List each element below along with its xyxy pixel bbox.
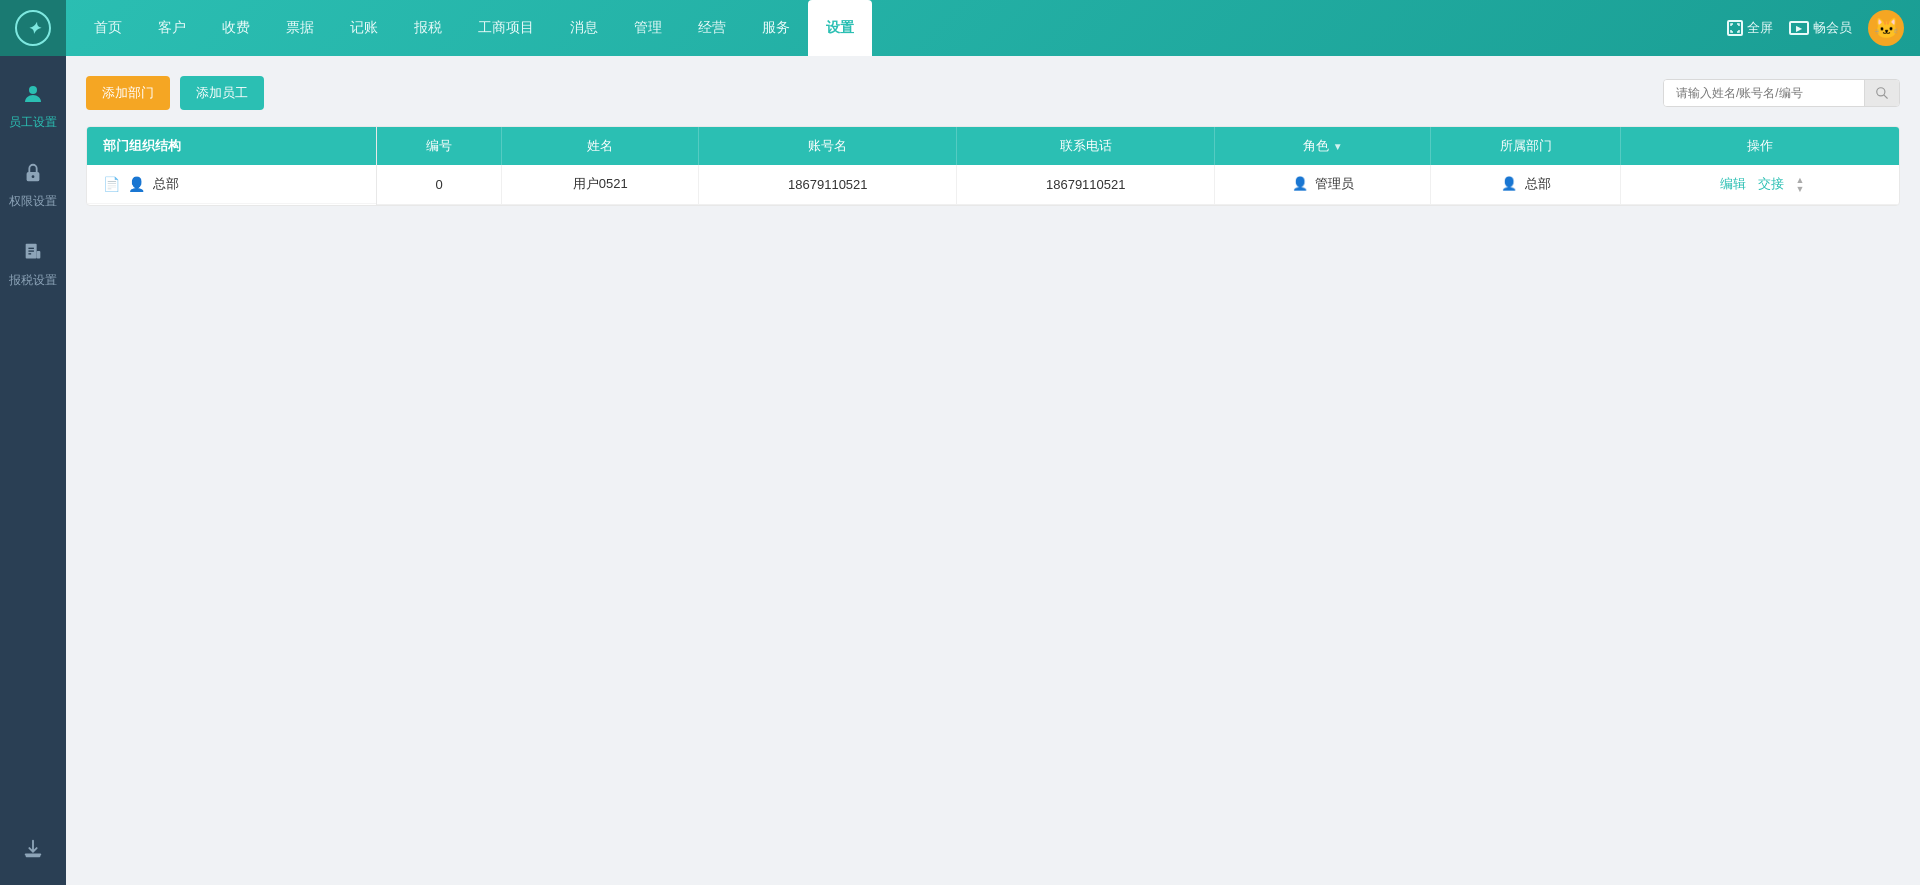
cell-account: 18679110521	[699, 165, 957, 204]
employee-table: 编号 姓名 账号名 联系电话 角色 ▼ 所属部门 操作	[377, 127, 1899, 205]
role-person-icon: 👤	[1292, 176, 1308, 191]
dept-tree-item-0[interactable]: 📄 👤 总部	[87, 165, 376, 204]
fullscreen-button[interactable]: 全屏	[1727, 19, 1773, 37]
add-dept-button[interactable]: 添加部门	[86, 76, 170, 110]
dept-person-icon-row: 👤	[1501, 176, 1517, 191]
search-input[interactable]	[1664, 80, 1864, 106]
sidebar-tax-label: 报税设置	[9, 272, 57, 289]
cell-dept: 👤 总部	[1431, 165, 1621, 204]
fullscreen-icon	[1727, 20, 1743, 36]
search-button[interactable]	[1864, 80, 1899, 106]
nav-item-bookkeeping[interactable]: 记账	[332, 0, 396, 56]
scroll-down-arrow[interactable]: ▼	[1795, 185, 1804, 194]
table-area: 编号 姓名 账号名 联系电话 角色 ▼ 所属部门 操作	[377, 127, 1899, 205]
add-employee-button[interactable]: 添加员工	[180, 76, 264, 110]
nav-items: 首页 客户 收费 票据 记账 报税 工商项目 消息 管理 经营 服务 设置	[66, 0, 1727, 56]
dept-tree: 部门组织结构 📄 👤 总部	[87, 127, 377, 205]
person-icon	[19, 80, 47, 108]
nav-item-customer[interactable]: 客户	[140, 0, 204, 56]
cell-phone: 18679110521	[957, 165, 1215, 204]
scroll-col: ▲ ▼	[1795, 176, 1804, 194]
sidebar-item-permission-settings[interactable]: 权限设置	[0, 145, 66, 224]
sidebar-permission-label: 权限设置	[9, 193, 57, 210]
sidebar-item-tax-settings[interactable]: 报税设置	[0, 224, 66, 303]
fullscreen-label: 全屏	[1747, 19, 1773, 37]
logo-icon: ✦	[15, 10, 51, 46]
cell-actions: 编辑 交接 ▲ ▼	[1621, 165, 1899, 204]
dept-tree-header: 部门组织结构	[87, 127, 376, 165]
th-account: 账号名	[699, 127, 957, 165]
th-dept: 所属部门	[1431, 127, 1621, 165]
table-row: 0 用户0521 18679110521 18679110521 👤 管理员 👤…	[377, 165, 1899, 204]
vip-label: 畅会员	[1813, 19, 1852, 37]
main-content: 添加部门 添加员工 部门组织结构 📄 👤 总部	[66, 56, 1920, 885]
th-name: 姓名	[502, 127, 699, 165]
sidebar-bottom-item[interactable]	[0, 823, 66, 875]
nav-item-tax[interactable]: 报税	[396, 0, 460, 56]
lock-icon	[19, 159, 47, 187]
role-filter-icon[interactable]: ▼	[1333, 141, 1343, 152]
vip-button[interactable]: ▶ 畅会员	[1789, 19, 1852, 37]
nav-item-bills[interactable]: 票据	[268, 0, 332, 56]
svg-rect-8	[26, 855, 41, 858]
nav-item-operation[interactable]: 经营	[680, 0, 744, 56]
th-action: 操作	[1621, 127, 1899, 165]
sidebar-employee-label: 员工设置	[9, 114, 57, 131]
svg-point-0	[29, 86, 37, 94]
file-icon: 📄	[103, 176, 120, 192]
search-icon	[1875, 86, 1889, 100]
svg-point-2	[32, 175, 35, 178]
nav-item-home[interactable]: 首页	[76, 0, 140, 56]
sidebar: 员工设置 权限设置 报税设置	[0, 56, 66, 885]
toolbar: 添加部门 添加员工	[86, 76, 1900, 110]
nav-item-service[interactable]: 服务	[744, 0, 808, 56]
svg-line-10	[1884, 95, 1887, 98]
nav-item-management[interactable]: 管理	[616, 0, 680, 56]
logo: ✦	[0, 0, 66, 56]
edit-action[interactable]: 编辑	[1720, 176, 1746, 191]
cell-role: 👤 管理员	[1215, 165, 1431, 204]
nav-right: 全屏 ▶ 畅会员 🐱	[1727, 10, 1920, 46]
nav-item-charge[interactable]: 收费	[204, 0, 268, 56]
dept-name-general: 总部	[153, 175, 179, 193]
nav-item-message[interactable]: 消息	[552, 0, 616, 56]
svg-rect-4	[37, 251, 41, 258]
th-phone: 联系电话	[957, 127, 1215, 165]
transfer-action[interactable]: 交接	[1758, 176, 1784, 191]
sidebar-item-employee-settings[interactable]: 员工设置	[0, 66, 66, 145]
vip-icon: ▶	[1789, 21, 1809, 35]
user-avatar[interactable]: 🐱	[1868, 10, 1904, 46]
content-area: 部门组织结构 📄 👤 总部 编号 姓名 账号名 联系电话	[86, 126, 1900, 206]
top-nav: ✦ 首页 客户 收费 票据 记账 报税 工商项目 消息 管理 经营 服务 设置 …	[0, 0, 1920, 56]
th-id: 编号	[377, 127, 502, 165]
cell-name: 用户0521	[502, 165, 699, 204]
cell-id: 0	[377, 165, 502, 204]
search-box	[1663, 79, 1900, 107]
tax-icon	[19, 238, 47, 266]
dept-person-icon: 👤	[128, 176, 145, 192]
th-role: 角色 ▼	[1215, 127, 1431, 165]
nav-item-bizproject[interactable]: 工商项目	[460, 0, 552, 56]
download-icon	[19, 835, 47, 863]
table-header-row: 编号 姓名 账号名 联系电话 角色 ▼ 所属部门 操作	[377, 127, 1899, 165]
nav-item-settings[interactable]: 设置	[808, 0, 872, 56]
